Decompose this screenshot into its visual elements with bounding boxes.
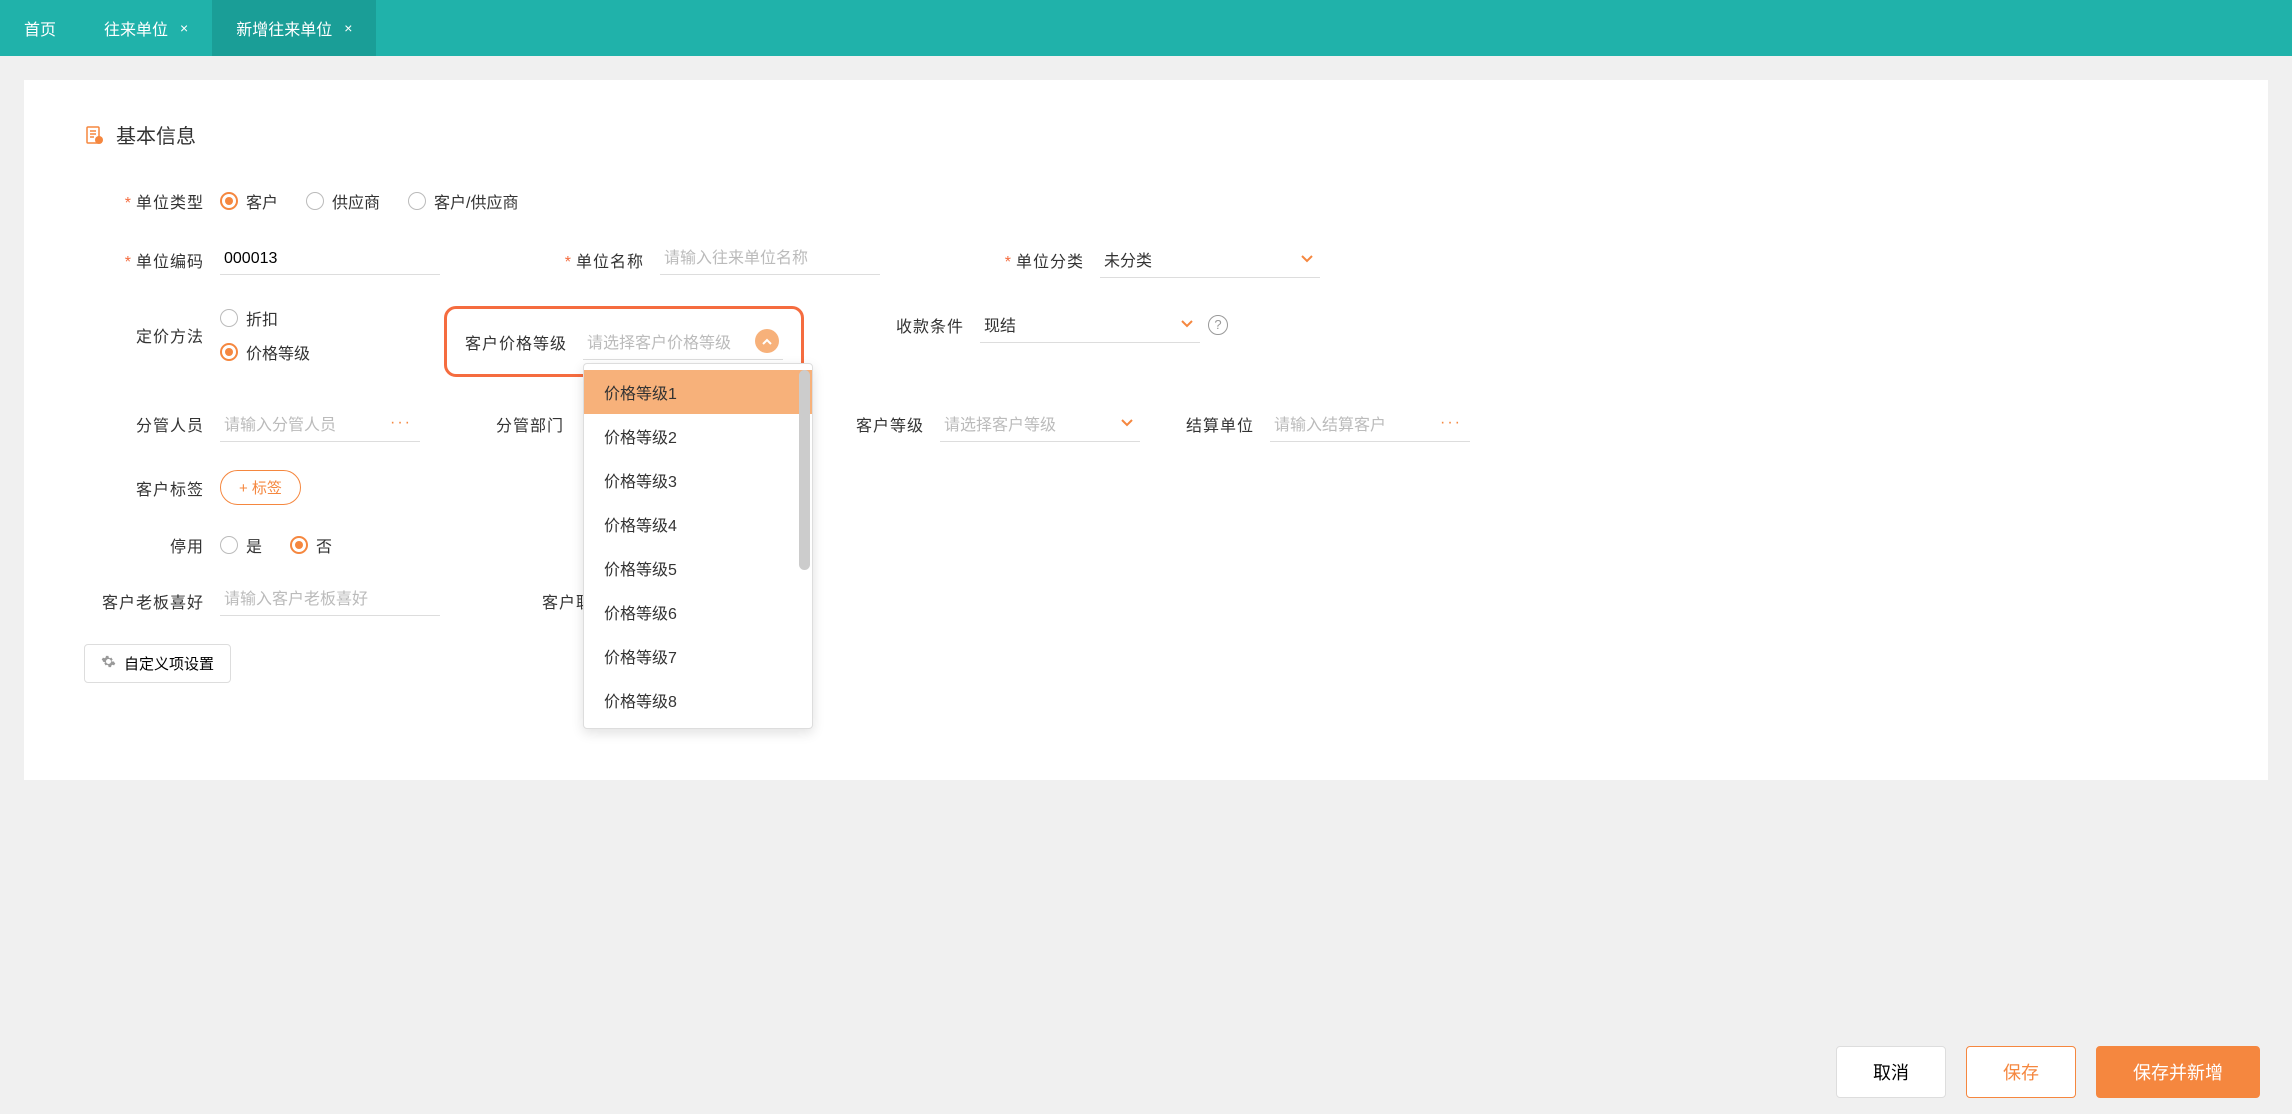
ellipsis-icon[interactable]: ··· bbox=[386, 414, 416, 432]
label-department: 分管部门 bbox=[444, 412, 564, 436]
document-icon bbox=[84, 125, 104, 145]
radio-icon bbox=[220, 343, 238, 361]
save-and-new-button[interactable]: 保存并新增 bbox=[2096, 1046, 2260, 1098]
radio-price-level[interactable]: 价格等级 bbox=[220, 340, 310, 364]
label-boss-preference: 客户老板喜好 bbox=[84, 589, 204, 613]
close-icon[interactable]: × bbox=[344, 20, 352, 36]
radio-icon bbox=[290, 536, 308, 554]
label-personnel: 分管人员 bbox=[84, 412, 204, 436]
dropdown-option[interactable]: 价格等级2 bbox=[584, 414, 812, 458]
add-tag-button[interactable]: + 标签 bbox=[220, 470, 301, 505]
radio-no[interactable]: 否 bbox=[290, 533, 332, 557]
save-button[interactable]: 保存 bbox=[1966, 1046, 2076, 1098]
radio-yes[interactable]: 是 bbox=[220, 533, 262, 557]
gear-icon bbox=[101, 654, 116, 673]
radio-icon bbox=[220, 309, 238, 327]
payment-terms-select[interactable]: 现结 bbox=[980, 306, 1200, 343]
radio-icon bbox=[306, 192, 324, 210]
footer-actions: 取消 保存 保存并新增 bbox=[1836, 1046, 2260, 1098]
label-unit-name: *单位名称 bbox=[524, 248, 644, 272]
label-unit-code: *单位编码 bbox=[84, 248, 204, 272]
tab-label: 新增往来单位 bbox=[236, 16, 332, 40]
radio-both[interactable]: 客户/供应商 bbox=[408, 189, 518, 213]
required-icon: * bbox=[125, 254, 132, 271]
section-title: 基本信息 bbox=[116, 120, 196, 149]
custom-fields-button[interactable]: 自定义项设置 bbox=[84, 644, 231, 683]
required-icon: * bbox=[1005, 254, 1012, 271]
help-icon[interactable]: ? bbox=[1208, 315, 1228, 335]
dropdown-option[interactable]: 价格等级8 bbox=[584, 678, 812, 722]
unit-code-input[interactable] bbox=[220, 244, 440, 275]
settlement-unit-input[interactable]: 请输入结算客户 ··· bbox=[1270, 405, 1470, 442]
label-pricing-method: 定价方法 bbox=[84, 323, 204, 347]
radio-icon bbox=[408, 192, 426, 210]
radio-icon bbox=[220, 192, 238, 210]
radio-icon bbox=[220, 536, 238, 554]
label-customer-tags: 客户标签 bbox=[84, 476, 204, 500]
unit-name-input[interactable] bbox=[660, 244, 880, 275]
close-icon[interactable]: × bbox=[180, 20, 188, 36]
scrollbar[interactable] bbox=[799, 370, 810, 570]
label-customer-level: 客户等级 bbox=[804, 412, 924, 436]
ellipsis-icon[interactable]: ··· bbox=[1436, 414, 1466, 432]
chevron-down-icon bbox=[1298, 250, 1316, 268]
section-header: 基本信息 bbox=[84, 120, 2208, 149]
cancel-button[interactable]: 取消 bbox=[1836, 1046, 1946, 1098]
radio-discount[interactable]: 折扣 bbox=[220, 306, 310, 330]
dropdown-option[interactable]: 价格等级6 bbox=[584, 590, 812, 634]
dropdown-option[interactable]: 价格等级1 bbox=[584, 370, 812, 414]
radio-customer[interactable]: 客户 bbox=[220, 189, 278, 213]
dropdown-option[interactable]: 价格等级7 bbox=[584, 634, 812, 678]
price-level-highlight: 客户价格等级 请选择客户价格等级 价格等级1 价格等级2 价格等级3 价格等级4… bbox=[444, 306, 804, 377]
tab-new-contact[interactable]: 新增往来单位 × bbox=[212, 0, 376, 56]
radio-supplier[interactable]: 供应商 bbox=[306, 189, 380, 213]
tab-bar: 首页 往来单位 × 新增往来单位 × bbox=[0, 0, 2292, 56]
tab-label: 往来单位 bbox=[104, 16, 168, 40]
customer-level-select[interactable]: 请选择客户等级 bbox=[940, 405, 1140, 442]
tab-contacts[interactable]: 往来单位 × bbox=[80, 0, 212, 56]
tab-home[interactable]: 首页 bbox=[0, 0, 80, 56]
dropdown-option[interactable]: 价格等级5 bbox=[584, 546, 812, 590]
boss-preference-input[interactable] bbox=[220, 585, 440, 616]
label-unit-category: *单位分类 bbox=[964, 248, 1084, 272]
price-level-dropdown: 价格等级1 价格等级2 价格等级3 价格等级4 价格等级5 价格等级6 价格等级… bbox=[583, 363, 813, 729]
chevron-down-icon bbox=[1178, 315, 1196, 333]
chevron-down-icon bbox=[1118, 414, 1136, 432]
required-icon: * bbox=[565, 254, 572, 271]
personnel-input[interactable]: 请输入分管人员 ··· bbox=[220, 405, 420, 442]
label-price-level: 客户价格等级 bbox=[465, 330, 567, 354]
chevron-up-icon bbox=[755, 329, 779, 353]
tab-label: 首页 bbox=[24, 16, 56, 40]
price-level-select[interactable]: 请选择客户价格等级 bbox=[583, 323, 783, 360]
label-settlement-unit: 结算单位 bbox=[1164, 412, 1254, 436]
unit-category-select[interactable]: 未分类 bbox=[1100, 241, 1320, 278]
label-payment-terms: 收款条件 bbox=[844, 313, 964, 337]
form-page: 基本信息 *单位类型 客户 供应商 客户/供应商 bbox=[24, 80, 2268, 780]
dropdown-option[interactable]: 价格等级4 bbox=[584, 502, 812, 546]
required-icon: * bbox=[125, 195, 132, 212]
label-disabled: 停用 bbox=[84, 533, 204, 557]
label-unit-type: *单位类型 bbox=[84, 189, 204, 213]
dropdown-option[interactable]: 价格等级3 bbox=[584, 458, 812, 502]
